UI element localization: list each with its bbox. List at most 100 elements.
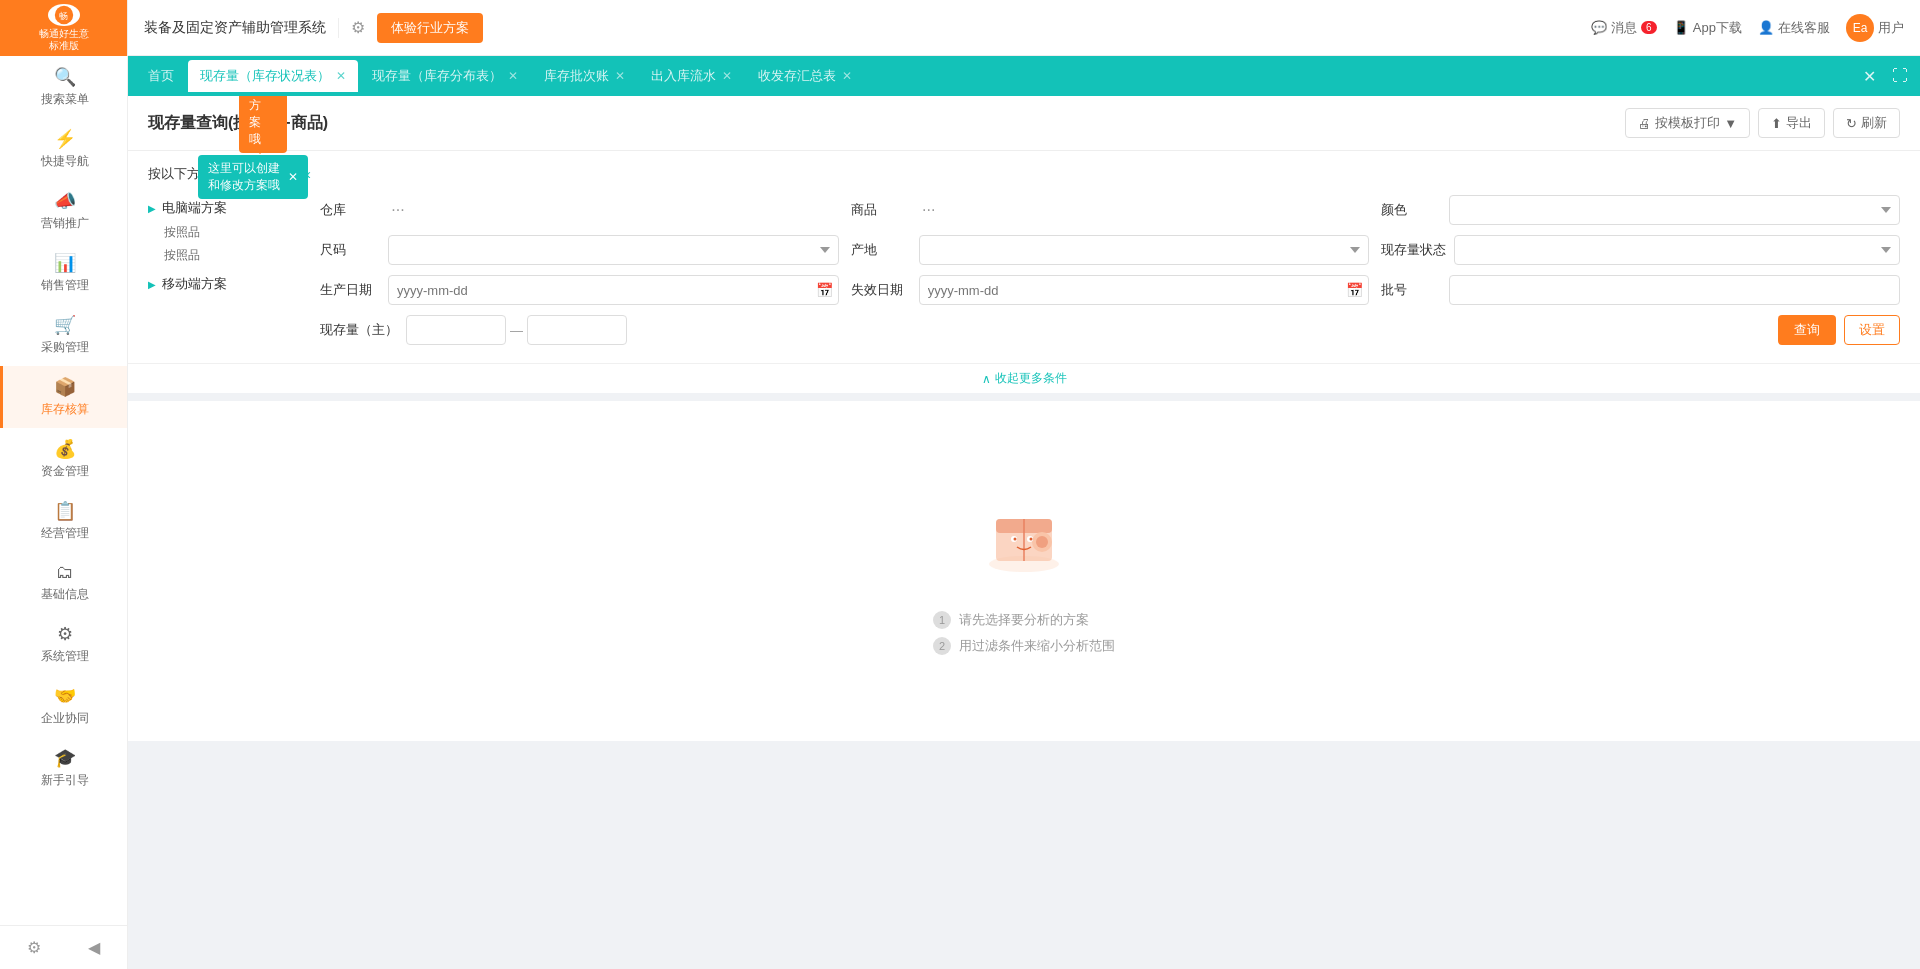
finance-icon: 💰 (54, 438, 76, 460)
tab-in-out-flow[interactable]: 出入库流水 ✕ (639, 60, 744, 92)
stock-main-field: 现存量（主） — (320, 315, 839, 345)
ops-icon: 📋 (54, 500, 76, 522)
message-icon: 💬 (1591, 20, 1607, 35)
stock-status-label: 现存量状态 (1381, 241, 1446, 259)
tab-recv-summary[interactable]: 收发存汇总表 ✕ (746, 60, 864, 92)
size-label: 尺码 (320, 241, 380, 259)
reset-button[interactable]: 设置 (1844, 315, 1900, 345)
tab-stock-status-close[interactable]: ✕ (336, 69, 346, 83)
sidebar-item-label: 基础信息 (41, 586, 89, 603)
sidebar-item-guide[interactable]: 🎓 新手引导 (0, 737, 127, 799)
collapse-bar[interactable]: ∧ 收起更多条件 (128, 363, 1920, 393)
goods-label: 商品 (851, 201, 911, 219)
add-tooltip: 电脑方案可设为移动方案哦 ✕ (239, 96, 287, 153)
mobile-scheme-item[interactable]: ▶ 移动端方案 (148, 271, 308, 297)
prod-date-field: 生产日期 📅 (320, 275, 839, 305)
exp-date-input[interactable] (919, 275, 1370, 305)
stock-status-select[interactable] (1454, 235, 1900, 265)
trial-button[interactable]: 体验行业方案 (377, 13, 483, 43)
tab-recv-summary-close[interactable]: ✕ (842, 69, 852, 83)
stock-main-label: 现存量（主） (320, 321, 398, 339)
tab-home[interactable]: 首页 (136, 60, 186, 92)
edit-tooltip-close-btn[interactable]: ✕ (288, 170, 298, 184)
app-download-btn[interactable]: 📱 App下载 (1673, 19, 1742, 37)
sidebar-item-quick-nav[interactable]: ⚡ 快捷导航 (0, 118, 127, 180)
logo-text: 畅通好生意 标准版 (39, 28, 89, 52)
tab-expand-btn[interactable]: ⛶ (1888, 63, 1912, 90)
sidebar-item-stock[interactable]: 📦 库存核算 (0, 366, 127, 428)
svg-point-11 (1030, 537, 1033, 540)
scheme-sub-item-1[interactable]: 按照品 (164, 244, 308, 267)
export-btn[interactable]: ⬆ 导出 (1758, 108, 1825, 138)
tab-batch-account-label: 库存批次账 (544, 67, 609, 85)
sidebar-item-label: 营销推广 (41, 215, 89, 232)
tip-num-1: 1 (933, 611, 951, 629)
message-label: 消息 (1611, 19, 1637, 37)
filter-row-3: 生产日期 📅 失效日期 📅 (320, 275, 1900, 305)
online-service-btn[interactable]: 👤 在线客服 (1758, 19, 1830, 37)
goods-field: 商品 ··· (851, 195, 1370, 225)
sys-icon: ⚙ (57, 623, 73, 645)
tab-close-all-btn[interactable]: ✕ (1859, 63, 1880, 90)
empty-state: 1 请先选择要分析的方案 2 用过滤条件来缩小分析范围 (128, 401, 1920, 741)
sidebar-item-ops[interactable]: 📋 经营管理 (0, 490, 127, 552)
origin-select[interactable] (919, 235, 1370, 265)
filter-row-4: 现存量（主） — 查询 设置 (320, 315, 1900, 345)
scheme-panel: 这里可以创建和修改方案哦 ✕ ▶ 电脑端方案 按照品 按照品 (148, 195, 308, 355)
tab-stock-status[interactable]: 现存量（库存状况表） ✕ (188, 60, 358, 92)
sidebar-item-enterprise[interactable]: 🤝 企业协同 (0, 675, 127, 737)
origin-field: 产地 (851, 235, 1370, 265)
tab-in-out-flow-label: 出入库流水 (651, 67, 716, 85)
stock-main-min-input[interactable] (406, 315, 506, 345)
sidebar-item-label: 企业协同 (41, 710, 89, 727)
empty-tip-1: 1 请先选择要分析的方案 (933, 607, 1115, 633)
tab-stock-dist-close[interactable]: ✕ (508, 69, 518, 83)
tab-batch-account[interactable]: 库存批次账 ✕ (532, 60, 637, 92)
search-button[interactable]: 查询 (1778, 315, 1836, 345)
enterprise-icon: 🤝 (54, 685, 76, 707)
sidebar-item-sysm[interactable]: ⚙ 系统管理 (0, 613, 127, 675)
header-divider (338, 18, 339, 38)
stock-icon: 📦 (54, 376, 76, 398)
settings-icon[interactable]: ⚙ (351, 18, 365, 37)
service-icon: 👤 (1758, 20, 1774, 35)
sidebar-settings-btn[interactable]: ⚙ (23, 934, 45, 961)
prod-date-label: 生产日期 (320, 281, 380, 299)
search-menu-icon: 🔍 (54, 66, 76, 88)
sidebar-item-finance[interactable]: 💰 资金管理 (0, 428, 127, 490)
tab-stock-dist-label: 现存量（库存分布表） (372, 67, 502, 85)
warehouse-label: 仓库 (320, 201, 380, 219)
tab-batch-account-close[interactable]: ✕ (615, 69, 625, 83)
batch-field: 批号 (1381, 275, 1900, 305)
goods-dots[interactable]: ··· (919, 201, 939, 219)
sidebar-item-base[interactable]: 🗂 基础信息 (0, 552, 127, 613)
refresh-btn[interactable]: ↻ 刷新 (1833, 108, 1900, 138)
user-profile-btn[interactable]: Ea 用户 (1846, 14, 1904, 42)
scheme-sub-item-0[interactable]: 按照品 (164, 221, 308, 244)
tab-stock-dist[interactable]: 现存量（库存分布表） ✕ (360, 60, 530, 92)
mobile-scheme-arrow: ▶ (148, 279, 156, 290)
warehouse-dots[interactable]: ··· (388, 201, 408, 219)
size-select[interactable] (388, 235, 839, 265)
prod-date-input[interactable] (388, 275, 839, 305)
phone-icon: 📱 (1673, 20, 1689, 35)
sidebar-item-search-menu[interactable]: 🔍 搜索菜单 (0, 56, 127, 118)
scheme-sub-list: 按照品 按照品 (148, 221, 308, 267)
stock-main-max-input[interactable] (527, 315, 627, 345)
empty-icon (974, 484, 1074, 587)
sidebar-item-sales[interactable]: 📊 销售管理 (0, 242, 127, 304)
sidebar-collapse-btn[interactable]: ◀ (84, 934, 104, 961)
scheme-section: 这里可以创建和修改方案哦 ✕ ▶ 电脑端方案 按照品 按照品 (148, 195, 1900, 363)
sidebar-item-purchase[interactable]: 🛒 采购管理 (0, 304, 127, 366)
export-icon: ⬆ (1771, 116, 1782, 131)
print-btn[interactable]: 🖨 按模板打印 ▼ (1625, 108, 1750, 138)
color-field: 颜色 (1381, 195, 1900, 225)
page-actions: 🖨 按模板打印 ▼ ⬆ 导出 ↻ 刷新 (1625, 108, 1900, 138)
message-btn[interactable]: 💬 消息 6 (1591, 19, 1657, 37)
sidebar-item-marketing[interactable]: 📣 营销推广 (0, 180, 127, 242)
purchase-icon: 🛒 (54, 314, 76, 336)
color-select[interactable] (1449, 195, 1900, 225)
batch-input[interactable] (1449, 275, 1900, 305)
tab-in-out-flow-close[interactable]: ✕ (722, 69, 732, 83)
empty-tip-2: 2 用过滤条件来缩小分析范围 (933, 633, 1115, 659)
